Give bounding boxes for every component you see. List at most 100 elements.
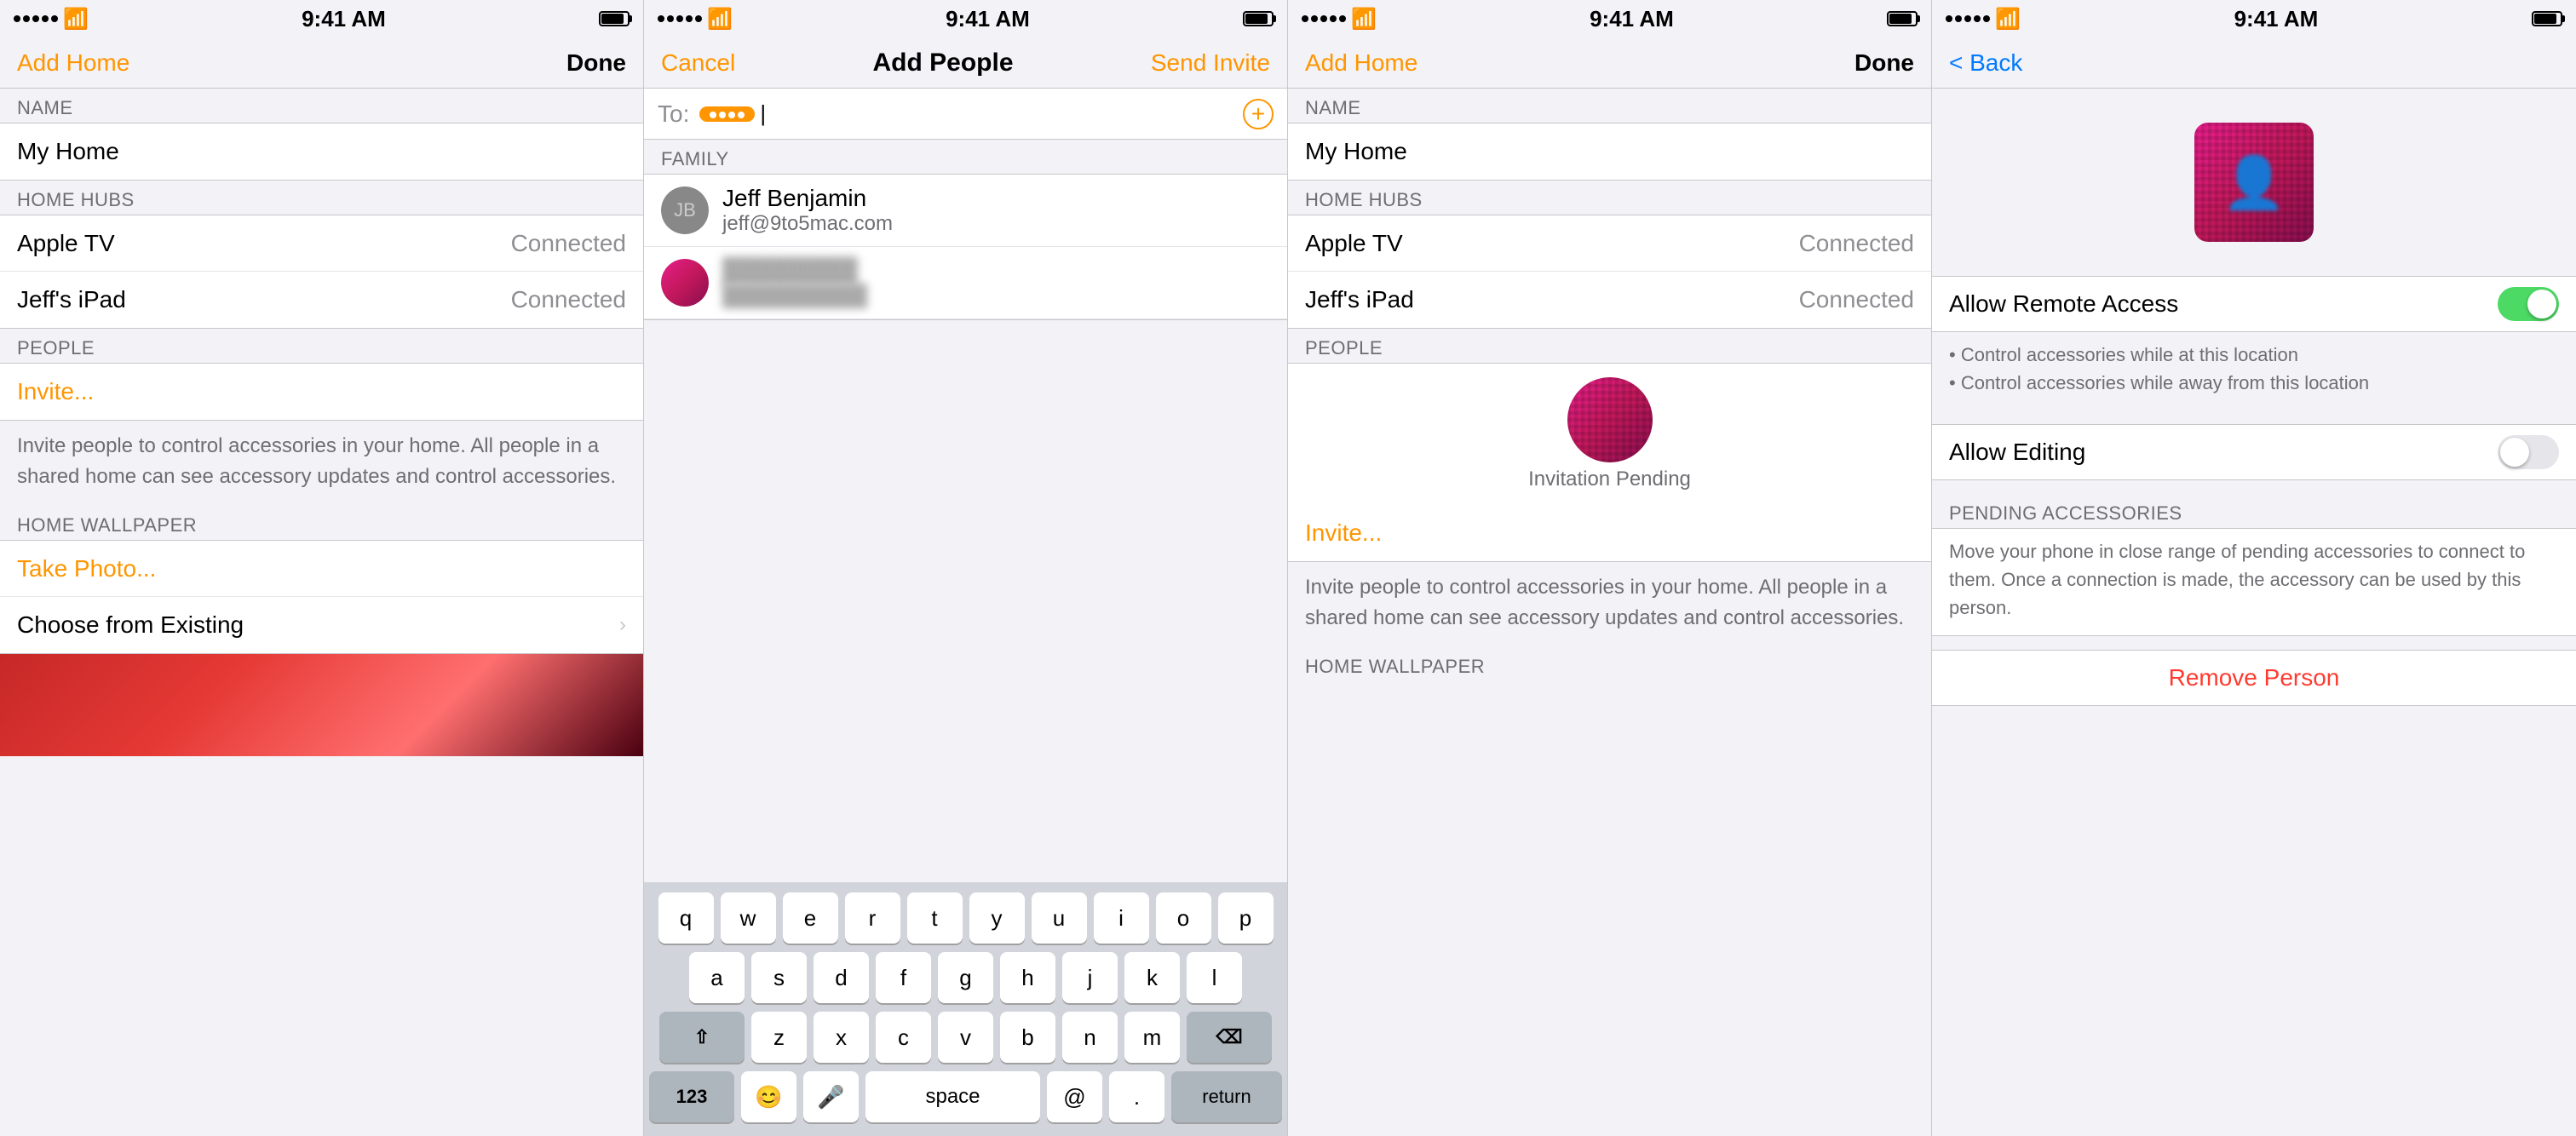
home-name-item[interactable]: My Home bbox=[0, 123, 643, 180]
wallpaper-header-3: HOME WALLPAPER bbox=[1288, 647, 1931, 681]
add-recipient-button[interactable]: + bbox=[1243, 99, 1274, 129]
wifi-icon-2: 📶 bbox=[707, 7, 733, 32]
key-g[interactable]: g bbox=[938, 952, 993, 1003]
time-display-3: 9:41 AM bbox=[1590, 6, 1674, 32]
home-hubs-header-3: HOME HUBS bbox=[1288, 181, 1931, 215]
time-display-4: 9:41 AM bbox=[2234, 6, 2319, 32]
key-a[interactable]: a bbox=[689, 952, 745, 1003]
nav-bar-1: Add Home Done bbox=[0, 37, 643, 89]
person-cell[interactable]: Invitation Pending bbox=[1288, 364, 1931, 505]
key-s[interactable]: s bbox=[751, 952, 807, 1003]
chevron-right-icon: › bbox=[619, 613, 626, 637]
signal-icon-2 bbox=[658, 15, 702, 22]
key-q[interactable]: q bbox=[658, 892, 714, 944]
panel-person-detail: 📶 9:41 AM < Back 👤 Allow Remote Access C… bbox=[1932, 0, 2576, 1136]
take-photo-label[interactable]: Take Photo... bbox=[17, 555, 156, 582]
key-l[interactable]: l bbox=[1187, 952, 1242, 1003]
key-v[interactable]: v bbox=[938, 1012, 993, 1063]
apple-tv-status-3: Connected bbox=[1799, 230, 1914, 257]
key-space[interactable]: space bbox=[865, 1071, 1040, 1122]
keyboard-row-3: ⇧ z x c v b n m ⌫ bbox=[649, 1012, 1282, 1063]
invite-label-3[interactable]: Invite... bbox=[1305, 519, 1382, 547]
key-e[interactable]: e bbox=[783, 892, 838, 944]
recipient-chip[interactable] bbox=[699, 106, 755, 122]
invite-label-1[interactable]: Invite... bbox=[17, 378, 94, 405]
key-n[interactable]: n bbox=[1062, 1012, 1118, 1063]
name-list-group: My Home bbox=[0, 123, 643, 181]
jeffs-ipad-status-1: Connected bbox=[511, 286, 626, 313]
people-desc-3: Invite people to control accessories in … bbox=[1288, 562, 1931, 647]
contact-blurred[interactable]: ████████ ██████████ bbox=[644, 247, 1287, 319]
send-invite-button[interactable]: Send Invite bbox=[1151, 49, 1270, 77]
key-period[interactable]: . bbox=[1109, 1071, 1164, 1122]
remove-person-button[interactable]: Remove Person bbox=[1932, 650, 2576, 706]
key-z[interactable]: z bbox=[751, 1012, 807, 1063]
contact-jeff[interactable]: JB Jeff Benjamin jeff@9to5mac.com bbox=[644, 175, 1287, 247]
remote-access-label: Allow Remote Access bbox=[1949, 290, 2178, 318]
key-j[interactable]: j bbox=[1062, 952, 1118, 1003]
key-y[interactable]: y bbox=[969, 892, 1025, 944]
add-home-button[interactable]: Add Home bbox=[17, 49, 129, 77]
key-f[interactable]: f bbox=[876, 952, 931, 1003]
jeff-avatar: JB bbox=[661, 186, 709, 234]
jeffs-ipad-item-1: Jeff's iPad Connected bbox=[0, 272, 643, 328]
status-right-2 bbox=[1243, 11, 1274, 26]
wifi-icon-4: 📶 bbox=[1995, 7, 2021, 32]
take-photo-item[interactable]: Take Photo... bbox=[0, 541, 643, 597]
keyboard-row-4: 123 😊 🎤 space @ . return bbox=[649, 1071, 1282, 1122]
key-k[interactable]: k bbox=[1124, 952, 1180, 1003]
remote-access-toggle[interactable] bbox=[2498, 287, 2559, 321]
key-c[interactable]: c bbox=[876, 1012, 931, 1063]
key-backspace[interactable]: ⌫ bbox=[1187, 1012, 1272, 1063]
key-w[interactable]: w bbox=[721, 892, 776, 944]
key-h[interactable]: h bbox=[1000, 952, 1055, 1003]
key-u[interactable]: u bbox=[1032, 892, 1087, 944]
choose-existing-item[interactable]: Choose from Existing › bbox=[0, 597, 643, 653]
key-x[interactable]: x bbox=[814, 1012, 869, 1063]
contacts-list: JB Jeff Benjamin jeff@9to5mac.com ██████… bbox=[644, 174, 1287, 320]
key-b[interactable]: b bbox=[1000, 1012, 1055, 1063]
people-section-3: Invitation Pending Invite... bbox=[1288, 363, 1931, 562]
cancel-button[interactable]: Cancel bbox=[661, 49, 735, 77]
signal-icon-3 bbox=[1302, 15, 1346, 22]
key-123[interactable]: 123 bbox=[649, 1071, 734, 1122]
key-p[interactable]: p bbox=[1218, 892, 1274, 944]
back-button[interactable]: < Back bbox=[1949, 49, 2022, 77]
jeff-info: Jeff Benjamin jeff@9to5mac.com bbox=[722, 185, 893, 236]
key-o[interactable]: o bbox=[1156, 892, 1211, 944]
key-emoji[interactable]: 😊 bbox=[741, 1071, 796, 1122]
home-name-value: My Home bbox=[17, 138, 119, 165]
status-right-3 bbox=[1887, 11, 1918, 26]
key-at[interactable]: @ bbox=[1047, 1071, 1102, 1122]
add-home-button-3[interactable]: Add Home bbox=[1305, 49, 1417, 77]
signal-icon bbox=[14, 15, 58, 22]
allow-editing-toggle[interactable] bbox=[2498, 435, 2559, 469]
key-shift[interactable]: ⇧ bbox=[659, 1012, 745, 1063]
invite-item-1[interactable]: Invite... bbox=[0, 364, 643, 420]
family-header: FAMILY bbox=[644, 140, 1287, 174]
status-bar-3: 📶 9:41 AM bbox=[1288, 0, 1931, 37]
key-d[interactable]: d bbox=[814, 952, 869, 1003]
invite-item-3[interactable]: Invite... bbox=[1288, 505, 1931, 561]
key-mic[interactable]: 🎤 bbox=[803, 1071, 859, 1122]
key-return[interactable]: return bbox=[1171, 1071, 1282, 1122]
key-r[interactable]: r bbox=[845, 892, 900, 944]
jeffs-ipad-label-1: Jeff's iPad bbox=[17, 286, 126, 313]
battery-icon-4 bbox=[2532, 11, 2562, 26]
done-button-1[interactable]: Done bbox=[566, 49, 626, 77]
status-bar-2: 📶 9:41 AM bbox=[644, 0, 1287, 37]
keyboard-row-1: q w e r t y u i o p bbox=[649, 892, 1282, 944]
apple-tv-label-3: Apple TV bbox=[1305, 230, 1403, 257]
nav-bar-3: Add Home Done bbox=[1288, 37, 1931, 89]
done-button-3[interactable]: Done bbox=[1854, 49, 1914, 77]
choose-existing-label: Choose from Existing bbox=[17, 611, 244, 639]
home-name-item-3[interactable]: My Home bbox=[1288, 123, 1931, 180]
panel-add-home: 📶 9:41 AM Add Home Done NAME My Home HOM… bbox=[0, 0, 644, 1136]
nav-bar-2: Cancel Add People Send Invite bbox=[644, 37, 1287, 89]
home-hubs-header-1: HOME HUBS bbox=[0, 181, 643, 215]
key-m[interactable]: m bbox=[1124, 1012, 1180, 1063]
signal-icon-4 bbox=[1946, 15, 1990, 22]
key-i[interactable]: i bbox=[1094, 892, 1149, 944]
blurred-avatar-placeholder bbox=[661, 259, 709, 307]
key-t[interactable]: t bbox=[907, 892, 963, 944]
